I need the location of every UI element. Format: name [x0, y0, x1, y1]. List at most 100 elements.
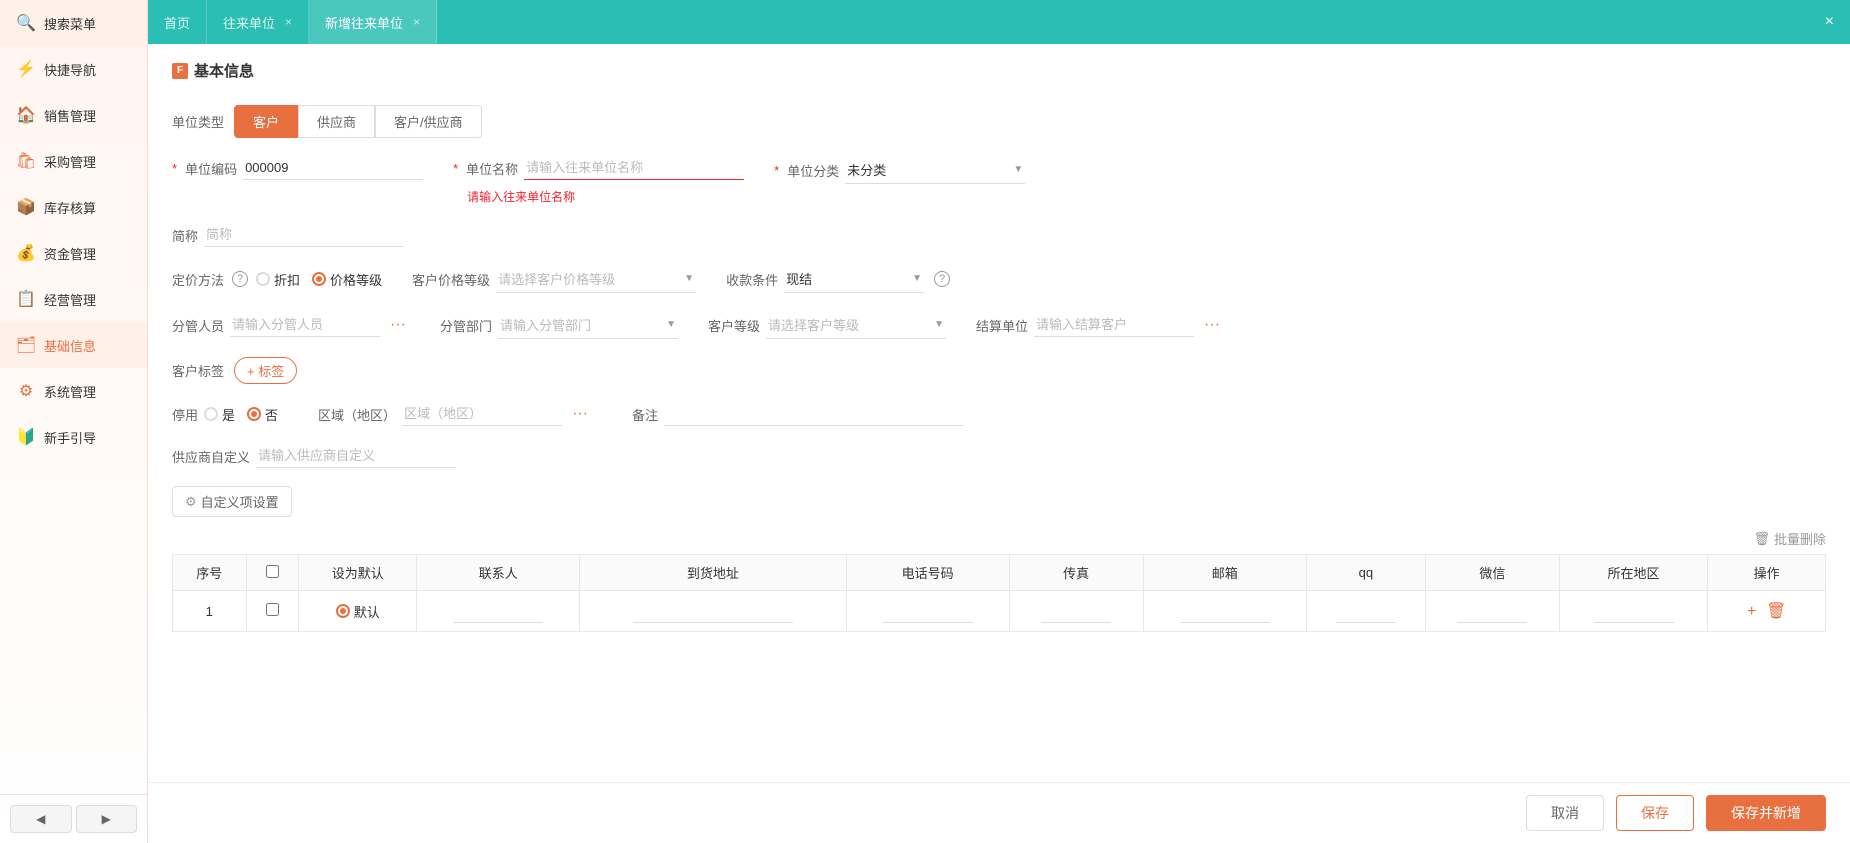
payment-terms-select[interactable]: 现结 ▼: [784, 265, 924, 293]
sidebar-item-basic[interactable]: 🗂 基础信息: [0, 322, 147, 368]
row-checkbox[interactable]: [266, 603, 279, 616]
unit-category-select[interactable]: 未分类 ▼: [845, 156, 1025, 184]
manager-input[interactable]: [230, 313, 380, 337]
add-tag-btn[interactable]: + 标签: [234, 357, 297, 384]
customer-price-level-select[interactable]: 请选择客户价格等级 ▼: [496, 265, 696, 293]
contact-input[interactable]: [453, 599, 543, 623]
unit-btn-both[interactable]: 客户/供应商: [375, 105, 482, 138]
sidebar-label-inventory: 库存核算: [44, 198, 96, 217]
sidebar-item-inventory[interactable]: 📦 库存核算: [0, 184, 147, 230]
col-header-action: 操作: [1708, 555, 1826, 591]
settlement-unit-input[interactable]: [1034, 313, 1194, 337]
wechat-input[interactable]: [1457, 599, 1527, 623]
region-input[interactable]: [402, 402, 562, 426]
batch-delete-icon: 🗑: [1753, 531, 1770, 547]
unit-btn-customer[interactable]: 客户: [234, 105, 298, 138]
sidebar-item-guide[interactable]: 🔰 新手引导: [0, 414, 147, 460]
customer-level-select[interactable]: 请选择客户等级 ▼: [766, 311, 946, 339]
purchase-icon: 🛍: [16, 151, 36, 171]
region-field: 区域（地区） ···: [318, 402, 592, 426]
tab-transactions-close[interactable]: ×: [285, 15, 292, 29]
tab-new-transaction[interactable]: 新增往来单位 ×: [309, 0, 437, 44]
sidebar-item-system[interactable]: ⚙ 系统管理: [0, 368, 147, 414]
save-button[interactable]: 保存: [1616, 795, 1694, 831]
manager-more-btn[interactable]: ···: [386, 316, 410, 334]
form-footer: 取消 保存 保存并新增: [148, 782, 1850, 843]
qq-input[interactable]: [1336, 599, 1396, 623]
default-radio-label: 默认: [354, 602, 380, 621]
tab-transactions[interactable]: 往来单位 ×: [207, 0, 309, 44]
sidebar-label-purchase: 采购管理: [44, 152, 96, 171]
col-header-region: 所在地区: [1559, 555, 1708, 591]
region-more-btn[interactable]: ···: [568, 405, 592, 423]
batch-delete-btn[interactable]: 🗑 批量删除: [1753, 529, 1826, 548]
form-content: F 基本信息 单位类型 客户 供应商 客户/供应商 * 单位编码: [148, 44, 1850, 782]
short-name-row: 简称: [172, 223, 1826, 247]
custom-settings-btn[interactable]: ⚙ 自定义项设置: [172, 486, 292, 517]
sidebar-expand-btn[interactable]: ▶: [76, 805, 138, 833]
settlement-unit-more-btn[interactable]: ···: [1200, 316, 1224, 334]
radio-yes[interactable]: 是: [204, 405, 235, 424]
sidebar-item-sales[interactable]: 🏠 销售管理: [0, 92, 147, 138]
col-header-phone: 电话号码: [846, 555, 1009, 591]
pricing-radio-group: 折扣 价格等级: [256, 270, 382, 289]
customer-price-level-arrow: ▼: [684, 273, 694, 284]
supplier-custom-row: 供应商自定义: [172, 444, 1826, 468]
supplier-custom-input[interactable]: [256, 444, 456, 468]
col-header-wechat: 微信: [1425, 555, 1559, 591]
sidebar-collapse-btn[interactable]: ◀: [10, 805, 72, 833]
sidebar-item-quicknav[interactable]: ⚡ 快捷导航: [0, 46, 147, 92]
unit-btn-supplier[interactable]: 供应商: [298, 105, 375, 138]
unit-name-error: 请输入往来单位名称: [467, 188, 575, 205]
section-title: 基本信息: [194, 60, 254, 81]
department-select[interactable]: 请输入分管部门 ▼: [498, 311, 678, 339]
delete-row-btn[interactable]: 🗑: [1766, 603, 1786, 620]
pricing-method-help[interactable]: ?: [232, 271, 248, 287]
settlement-unit-label: 结算单位: [976, 316, 1028, 335]
sidebar-item-operations[interactable]: 📋 经营管理: [0, 276, 147, 322]
cell-default: 默认: [299, 591, 417, 632]
sidebar-item-search[interactable]: 🔍 搜索菜单: [0, 0, 147, 46]
fax-input[interactable]: [1041, 599, 1111, 623]
customer-price-level-placeholder: 请选择客户价格等级: [498, 269, 615, 288]
tab-home[interactable]: 首页: [148, 0, 207, 44]
short-name-field: 简称: [172, 223, 404, 247]
phone-input[interactable]: [883, 599, 973, 623]
sidebar-item-finance[interactable]: 💰 资金管理: [0, 230, 147, 276]
payment-terms-help[interactable]: ?: [934, 271, 950, 287]
sidebar-label-quicknav: 快捷导航: [44, 60, 96, 79]
unit-name-field: * 单位名称 请输入往来单位名称: [453, 156, 744, 205]
tab-bar: 首页 往来单位 × 新增往来单位 × ×: [148, 0, 1850, 44]
select-all-checkbox[interactable]: [266, 565, 279, 578]
basic-icon: 🗂: [16, 335, 36, 355]
col-header-address: 到货地址: [580, 555, 846, 591]
default-radio[interactable]: 默认: [309, 602, 406, 621]
disabled-field: 停用 是 否: [172, 405, 278, 424]
unit-code-input[interactable]: [243, 156, 423, 180]
unit-code-label: 单位编码: [185, 159, 237, 178]
col-header-checkbox: [246, 555, 299, 591]
cancel-button[interactable]: 取消: [1526, 795, 1604, 831]
radio-no-circle: [247, 407, 261, 421]
short-name-input[interactable]: [204, 223, 404, 247]
sidebar-item-purchase[interactable]: 🛍 采购管理: [0, 138, 147, 184]
remark-input[interactable]: [664, 402, 964, 426]
disabled-row: 停用 是 否 区域（地区）: [172, 402, 1826, 426]
form-area: 单位类型 客户 供应商 客户/供应商 * 单位编码 *: [172, 97, 1826, 640]
address-input[interactable]: [633, 599, 793, 623]
settlement-unit-field: 结算单位 ···: [976, 313, 1224, 337]
cell-region: [1559, 591, 1708, 632]
tab-bar-close-all[interactable]: ×: [1809, 13, 1850, 31]
email-input[interactable]: [1180, 599, 1270, 623]
payment-terms-field: 收款条件 现结 ▼ ?: [726, 265, 950, 293]
radio-no[interactable]: 否: [247, 405, 278, 424]
unit-name-input[interactable]: [524, 156, 744, 180]
add-row-btn[interactable]: +: [1747, 603, 1756, 620]
radio-price-level[interactable]: 价格等级: [312, 270, 382, 289]
radio-discount[interactable]: 折扣: [256, 270, 300, 289]
save-new-button[interactable]: 保存并新增: [1706, 795, 1826, 831]
radio-yes-circle: [204, 407, 218, 421]
table-region-input[interactable]: [1594, 599, 1674, 623]
tab-new-transaction-close[interactable]: ×: [413, 15, 420, 29]
custom-settings-container: ⚙ 自定义项设置: [172, 486, 1826, 517]
